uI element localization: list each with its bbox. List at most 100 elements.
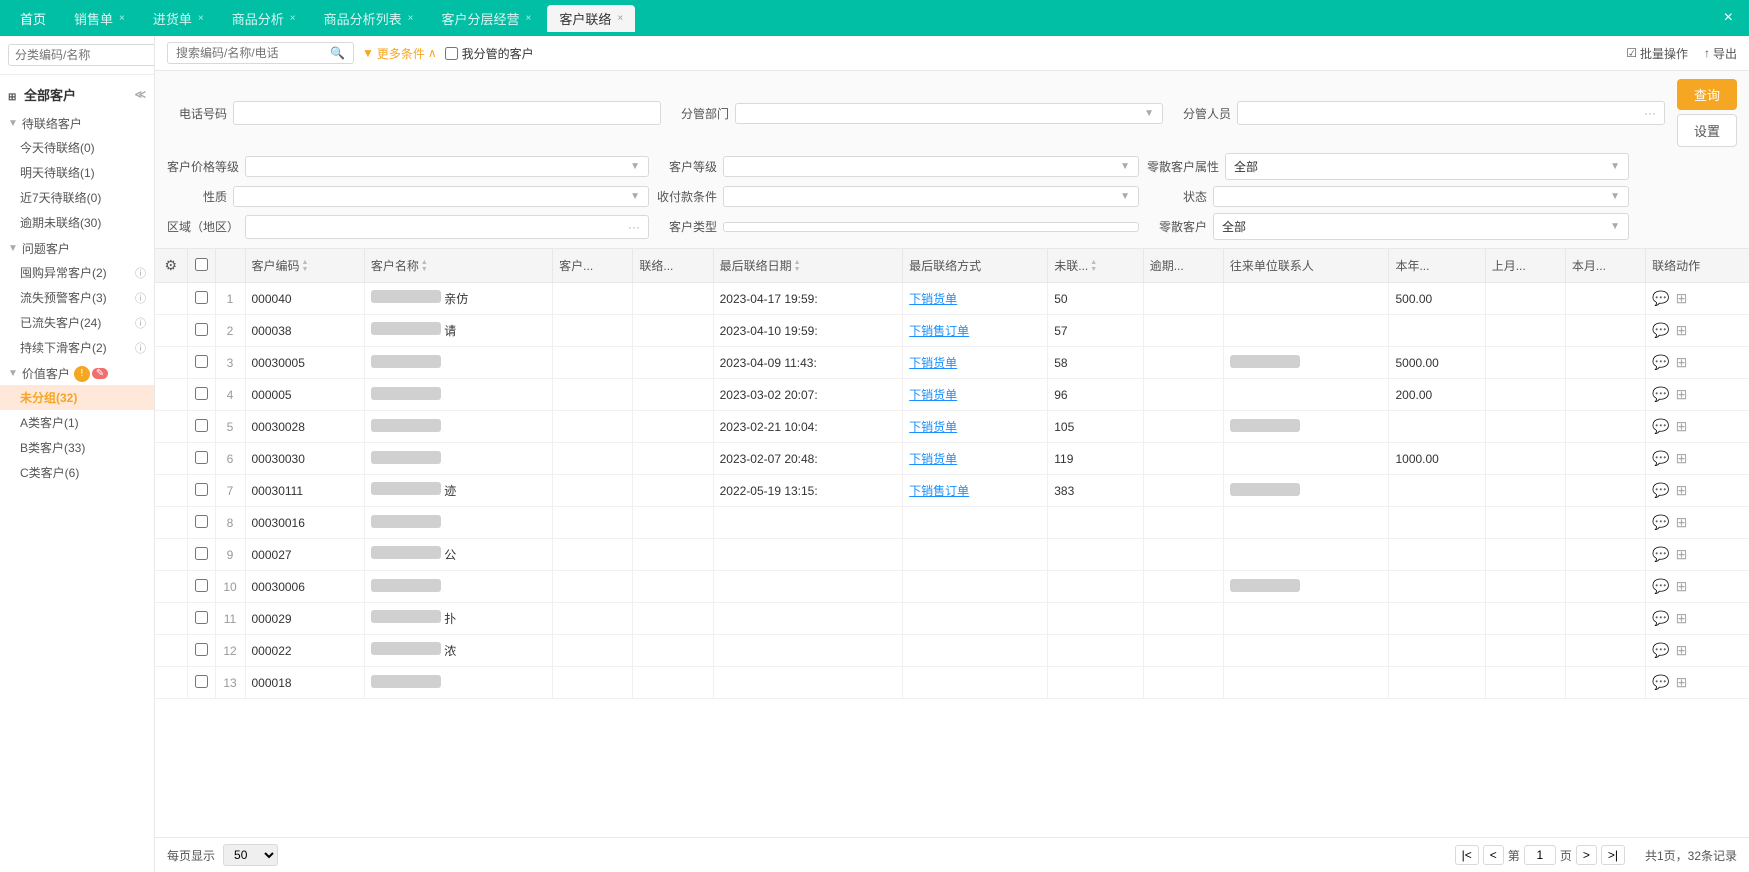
sidebar-item-class-b[interactable]: B类客户(33) xyxy=(0,435,154,460)
sidebar-item-declining[interactable]: 持续下滑客户(2) ⓘ xyxy=(0,335,154,360)
more-action-icon[interactable]: ⊞ xyxy=(1676,610,1688,627)
dept-select[interactable]: ▼ xyxy=(735,103,1163,124)
phone-field[interactable] xyxy=(242,106,652,120)
retail-attr-select[interactable]: 全部 ▼ xyxy=(1225,153,1629,180)
row-checkbox[interactable] xyxy=(187,539,215,571)
tab-customer-contact[interactable]: 客户联络 × xyxy=(547,5,635,32)
sidebar-item-7days[interactable]: 近7天待联络(0) xyxy=(0,185,154,210)
more-action-icon[interactable]: ⊞ xyxy=(1676,578,1688,595)
tab-product-analysis[interactable]: 商品分析 × xyxy=(220,5,308,32)
last-method-link[interactable]: 下销货单 xyxy=(909,420,957,434)
customer-type-input[interactable] xyxy=(723,222,1139,232)
more-action-icon[interactable]: ⊞ xyxy=(1676,546,1688,563)
sidebar-item-overdue-contact[interactable]: 逾期未联络(30) xyxy=(0,210,154,235)
chat-action-icon[interactable]: 💬 xyxy=(1652,546,1669,563)
row-last-method[interactable]: 下销货单 xyxy=(903,283,1048,315)
price-level-select[interactable]: ▼ xyxy=(245,156,649,177)
search-input[interactable] xyxy=(176,46,326,60)
col-settings[interactable]: ⚙ xyxy=(155,249,187,283)
last-page-btn[interactable]: >| xyxy=(1601,845,1625,865)
tab-home[interactable]: 首页 xyxy=(8,5,58,32)
settings-icon[interactable]: ⚙ xyxy=(164,257,177,273)
chat-action-icon[interactable]: 💬 xyxy=(1652,514,1669,531)
col-code[interactable]: 客户编码 ▲▼ xyxy=(245,249,364,283)
region-input[interactable]: ··· xyxy=(245,215,649,239)
my-customer-checkbox[interactable]: 我分管的客户 xyxy=(445,45,534,62)
first-page-btn[interactable]: |< xyxy=(1455,845,1479,865)
last-method-link[interactable]: 下销售订单 xyxy=(909,484,969,498)
row-checkbox[interactable] xyxy=(187,315,215,347)
tab-sales[interactable]: 销售单 × xyxy=(62,5,137,32)
tab-purchase[interactable]: 进货单 × xyxy=(141,5,216,32)
section-value-customers[interactable]: ▼ 价值客户 ! ✎ xyxy=(0,360,154,385)
next-page-btn[interactable]: > xyxy=(1576,845,1597,865)
window-close-button[interactable]: × xyxy=(1716,9,1741,27)
row-last-method[interactable]: 下销货单 xyxy=(903,411,1048,443)
row-checkbox[interactable] xyxy=(187,635,215,667)
chat-action-icon[interactable]: 💬 xyxy=(1652,450,1669,467)
chat-action-icon[interactable]: 💬 xyxy=(1652,610,1669,627)
sidebar-item-class-a[interactable]: A类客户(1) xyxy=(0,410,154,435)
row-last-method[interactable]: 下销货单 xyxy=(903,347,1048,379)
sidebar-item-hoarding[interactable]: 囤购异常客户(2) ⓘ xyxy=(0,260,154,285)
all-customers-header[interactable]: ⊞ 全部客户 ≪ xyxy=(0,79,154,110)
row-checkbox[interactable] xyxy=(187,411,215,443)
row-checkbox[interactable] xyxy=(187,507,215,539)
person-input[interactable]: ··· xyxy=(1237,101,1665,125)
nature-select[interactable]: ▼ xyxy=(233,186,649,207)
chat-action-icon[interactable]: 💬 xyxy=(1652,578,1669,595)
more-action-icon[interactable]: ⊞ xyxy=(1676,642,1688,659)
close-tab-customer-contact[interactable]: × xyxy=(617,13,623,24)
row-checkbox[interactable] xyxy=(187,603,215,635)
chat-action-icon[interactable]: 💬 xyxy=(1652,354,1669,371)
row-last-method[interactable]: 下销售订单 xyxy=(903,475,1048,507)
tab-product-list[interactable]: 商品分析列表 × xyxy=(312,5,426,32)
more-action-icon[interactable]: ⊞ xyxy=(1676,482,1688,499)
reset-button[interactable]: 设置 xyxy=(1677,114,1737,147)
close-tab-customer-segment[interactable]: × xyxy=(525,13,531,24)
more-action-icon[interactable]: ⊞ xyxy=(1676,322,1688,339)
payment-select[interactable]: ▼ xyxy=(723,186,1139,207)
row-checkbox[interactable] xyxy=(187,667,215,699)
more-action-icon[interactable]: ⊞ xyxy=(1676,354,1688,371)
more-action-icon[interactable]: ⊞ xyxy=(1676,514,1688,531)
row-checkbox[interactable] xyxy=(187,347,215,379)
last-method-link[interactable]: 下销货单 xyxy=(909,452,957,466)
sidebar-item-unclassified[interactable]: 未分组(32) xyxy=(0,385,154,410)
export-btn[interactable]: ↑ 导出 xyxy=(1704,45,1737,62)
more-action-icon[interactable]: ⊞ xyxy=(1676,450,1688,467)
page-size-select[interactable]: 50 100 200 xyxy=(223,844,278,866)
more-action-icon[interactable]: ⊞ xyxy=(1676,386,1688,403)
more-action-icon[interactable]: ⊞ xyxy=(1676,674,1688,691)
my-customer-check[interactable] xyxy=(445,47,458,60)
chat-action-icon[interactable]: 💬 xyxy=(1652,290,1669,307)
collapse-sidebar-icon[interactable]: ≪ xyxy=(134,88,146,101)
more-filter-btn[interactable]: ▼ 更多条件 ∧ xyxy=(362,45,437,62)
chat-action-icon[interactable]: 💬 xyxy=(1652,642,1669,659)
customer-level-select[interactable]: ▼ xyxy=(723,156,1139,177)
row-checkbox[interactable] xyxy=(187,475,215,507)
row-checkbox[interactable] xyxy=(187,379,215,411)
sidebar-item-churn-warning[interactable]: 流失预警客户(3) ⓘ xyxy=(0,285,154,310)
row-checkbox[interactable] xyxy=(187,443,215,475)
chat-action-icon[interactable]: 💬 xyxy=(1652,322,1669,339)
chat-action-icon[interactable]: 💬 xyxy=(1652,386,1669,403)
sidebar-item-class-c[interactable]: C类客户(6) xyxy=(0,460,154,485)
row-checkbox[interactable] xyxy=(187,571,215,603)
select-all-checkbox[interactable] xyxy=(195,258,208,271)
close-tab-sales[interactable]: × xyxy=(119,13,125,24)
chat-action-icon[interactable]: 💬 xyxy=(1652,418,1669,435)
search-box-icon[interactable]: 🔍 xyxy=(330,46,345,60)
col-name[interactable]: 客户名称 ▲▼ xyxy=(364,249,552,283)
section-problem-customers[interactable]: ▼ 问题客户 xyxy=(0,235,154,260)
sidebar-item-tomorrow[interactable]: 明天待联络(1) xyxy=(0,160,154,185)
status-select[interactable]: ▼ xyxy=(1213,186,1629,207)
last-method-link[interactable]: 下销货单 xyxy=(909,292,957,306)
tab-customer-segment[interactable]: 客户分层经营 × xyxy=(429,5,543,32)
close-tab-product-list[interactable]: × xyxy=(408,13,414,24)
last-method-link[interactable]: 下销货单 xyxy=(909,388,957,402)
chat-action-icon[interactable]: 💬 xyxy=(1652,674,1669,691)
col-last-date[interactable]: 最后联络日期 ▲▼ xyxy=(713,249,903,283)
sidebar-item-churned[interactable]: 已流失客户(24) ⓘ xyxy=(0,310,154,335)
col-not-contacted[interactable]: 未联... ▲▼ xyxy=(1048,249,1143,283)
